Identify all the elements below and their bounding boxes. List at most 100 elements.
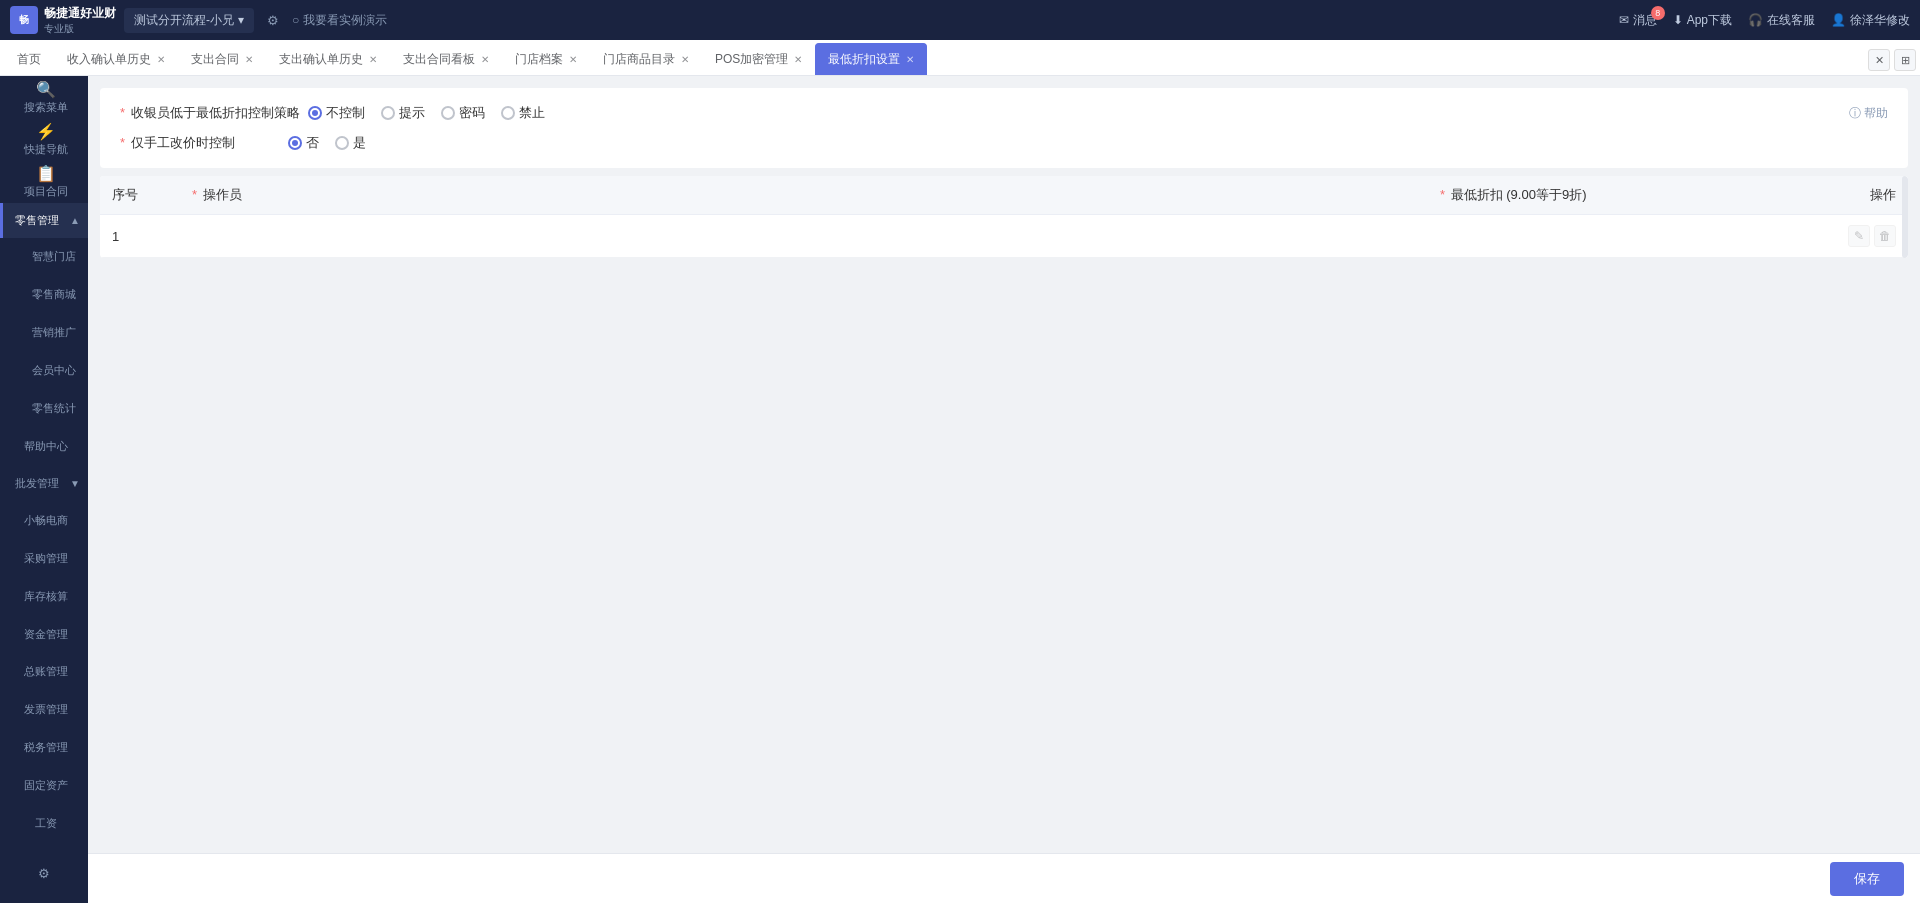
- content-area: * 收银员低于最低折扣控制策略 不控制 提示: [88, 76, 1920, 903]
- sidebar-item-quick-nav-label: 快捷导航: [24, 143, 68, 156]
- user-menu-btn[interactable]: 👤 徐泽华修改: [1831, 12, 1910, 29]
- sidebar-bottom: ⚙: [0, 843, 88, 903]
- form-label-1-text: 收银员低于最低折扣控制策略: [131, 105, 300, 120]
- top-bar-right: ✉ 消息 8 ⬇ App下载 🎧 在线客服 👤 徐泽华修改: [1619, 12, 1910, 29]
- sidebar-item-quick-nav[interactable]: ⚡ 快捷导航: [0, 118, 88, 160]
- tab-store-catalog-close[interactable]: ✕: [681, 54, 689, 65]
- tab-store-catalog-label: 门店商品目录: [603, 51, 675, 68]
- collapse-icon: ▲: [70, 215, 80, 226]
- logo-main: 畅捷通好业财: [44, 5, 116, 22]
- radio-no-control-circle: [308, 106, 322, 120]
- delete-btn[interactable]: 🗑: [1874, 225, 1896, 247]
- radio-password[interactable]: 密码: [441, 104, 485, 122]
- help-text: 帮助: [1864, 105, 1888, 122]
- messages-btn[interactable]: ✉ 消息 8: [1619, 12, 1657, 29]
- tab-payment-contract-board-close[interactable]: ✕: [481, 54, 489, 65]
- tab-min-discount[interactable]: 最低折扣设置 ✕: [815, 43, 927, 75]
- radio-no-control[interactable]: 不控制: [308, 104, 365, 122]
- table-container: 序号 * 操作员 * 最低折扣 (9.00等于9折) 操作: [100, 176, 1908, 258]
- sidebar-item-marketing[interactable]: 营销推广: [0, 314, 88, 352]
- tab-payment-contract-board[interactable]: 支出合同看板 ✕: [390, 43, 502, 75]
- tab-store-file-close[interactable]: ✕: [569, 54, 577, 65]
- sidebar-item-retail-mall[interactable]: 零售商城: [0, 276, 88, 314]
- sidebar-item-smart-store-label: 智慧门店: [32, 250, 76, 263]
- project-selector[interactable]: 测试分开流程-小兄 ▾: [124, 8, 254, 33]
- radio-no-circle: [288, 136, 302, 150]
- tab-payment-confirm-history-close[interactable]: ✕: [369, 54, 377, 65]
- headset-icon: 🎧: [1748, 13, 1763, 27]
- page-content: * 收银员低于最低折扣控制策略 不控制 提示: [88, 76, 1920, 853]
- tab-payment-confirm-history[interactable]: 支出确认单历史 ✕: [266, 43, 390, 75]
- radio-yes[interactable]: 是: [335, 134, 366, 152]
- tab-payment-contract[interactable]: 支出合同 ✕: [178, 43, 266, 75]
- tab-close-btn[interactable]: ✕: [1868, 49, 1890, 71]
- sidebar-item-retail-stat[interactable]: 零售统计: [0, 390, 88, 428]
- sidebar-item-inventory-label: 库存核算: [24, 590, 68, 603]
- radio-forbid-label: 禁止: [519, 104, 545, 122]
- tab-home[interactable]: 首页: [4, 43, 54, 75]
- required-star-1: *: [120, 105, 125, 120]
- save-button[interactable]: 保存: [1830, 862, 1904, 896]
- sidebar-item-invoice-mgmt[interactable]: 发票管理: [0, 691, 88, 729]
- tab-income-history-close[interactable]: ✕: [157, 54, 165, 65]
- sidebar-item-tax-mgmt[interactable]: 税务管理: [0, 729, 88, 767]
- table-header-row: 序号 * 操作员 * 最低折扣 (9.00等于9折) 操作: [100, 176, 1908, 215]
- tab-min-discount-close[interactable]: ✕: [906, 54, 914, 65]
- sidebar-item-wholesale-mgmt[interactable]: 批发管理 ▼: [0, 466, 88, 501]
- sidebar-item-salary[interactable]: 工资: [0, 805, 88, 843]
- radio-no-label: 否: [306, 134, 319, 152]
- download-icon: ⬇: [1673, 13, 1683, 27]
- radio-hint[interactable]: 提示: [381, 104, 425, 122]
- help-link[interactable]: ⓘ 帮助: [1849, 105, 1888, 122]
- app-download-btn[interactable]: ⬇ App下载: [1673, 12, 1732, 29]
- customer-service-btn[interactable]: 🎧 在线客服: [1748, 12, 1815, 29]
- tab-pos-password-label: POS加密管理: [715, 51, 788, 68]
- table-row: 1 ✎ 🗑: [100, 215, 1908, 258]
- tab-payment-contract-close[interactable]: ✕: [245, 54, 253, 65]
- customer-service-label: 在线客服: [1767, 12, 1815, 29]
- tab-store-catalog[interactable]: 门店商品目录 ✕: [590, 43, 702, 75]
- table-scrollbar[interactable]: [1902, 176, 1908, 258]
- sidebar-item-retail-mgmt[interactable]: 零售管理 ▲: [0, 203, 88, 238]
- settings-icon[interactable]: ⚙: [262, 9, 284, 31]
- radio-forbid-circle: [501, 106, 515, 120]
- edit-btn[interactable]: ✎: [1848, 225, 1870, 247]
- tab-more-btn[interactable]: ⊞: [1894, 49, 1916, 71]
- sidebar-item-member-label: 会员中心: [32, 364, 76, 377]
- sidebar-item-retail-mall-label: 零售商城: [32, 288, 76, 301]
- circle-icon: ○: [292, 13, 299, 27]
- sidebar-item-wholesale-mgmt-label: 批发管理: [15, 477, 59, 490]
- cell-action: ✎ 🗑: [1828, 215, 1908, 258]
- sidebar-item-help-center[interactable]: 帮助中心: [0, 428, 88, 466]
- avatar-icon: 👤: [1831, 13, 1846, 27]
- sidebar-item-marketing-label: 营销推广: [32, 326, 76, 339]
- radio-group-2: 否 是: [288, 134, 366, 152]
- top-bar-left: 畅 畅捷通好业财 专业版 测试分开流程-小兄 ▾ ⚙ ○ 我要看实例演示: [10, 5, 387, 36]
- tab-store-file[interactable]: 门店档案 ✕: [502, 43, 590, 75]
- tab-pos-password-close[interactable]: ✕: [794, 54, 802, 65]
- radio-group-1: 不控制 提示 密码 禁止: [308, 104, 545, 122]
- sidebar-item-inventory[interactable]: 库存核算: [0, 577, 88, 615]
- tab-pos-password[interactable]: POS加密管理 ✕: [702, 43, 815, 75]
- form-row-2: * 仅手工改价时控制 否 是: [120, 134, 1888, 152]
- sidebar-item-member[interactable]: 会员中心: [0, 352, 88, 390]
- app-download-label: App下载: [1687, 12, 1732, 29]
- sidebar-item-project-contract[interactable]: 📋 项目合同: [0, 160, 88, 202]
- tab-store-file-label: 门店档案: [515, 51, 563, 68]
- sidebar-settings-btn[interactable]: ⚙: [0, 853, 88, 893]
- sidebar-item-smart-store[interactable]: 智慧门店: [0, 238, 88, 276]
- sidebar-item-search[interactable]: 🔍 搜索菜单: [0, 76, 88, 118]
- help-icon: ⓘ: [1849, 105, 1861, 122]
- sidebar-item-ecommerce[interactable]: 小畅电商: [0, 501, 88, 539]
- radio-no[interactable]: 否: [288, 134, 319, 152]
- search-icon: 🔍: [36, 80, 56, 99]
- radio-forbid[interactable]: 禁止: [501, 104, 545, 122]
- sidebar-item-purchase-mgmt[interactable]: 采购管理: [0, 539, 88, 577]
- sidebar-item-general-ledger[interactable]: 总账管理: [0, 653, 88, 691]
- tab-income-history[interactable]: 收入确认单历史 ✕: [54, 43, 178, 75]
- sidebar-item-fixed-assets[interactable]: 固定资产: [0, 767, 88, 805]
- demo-link[interactable]: ○ 我要看实例演示: [292, 12, 387, 29]
- sidebar-item-fund-mgmt[interactable]: 资金管理: [0, 615, 88, 653]
- tab-payment-contract-label: 支出合同: [191, 51, 239, 68]
- tab-payment-confirm-history-label: 支出确认单历史: [279, 51, 363, 68]
